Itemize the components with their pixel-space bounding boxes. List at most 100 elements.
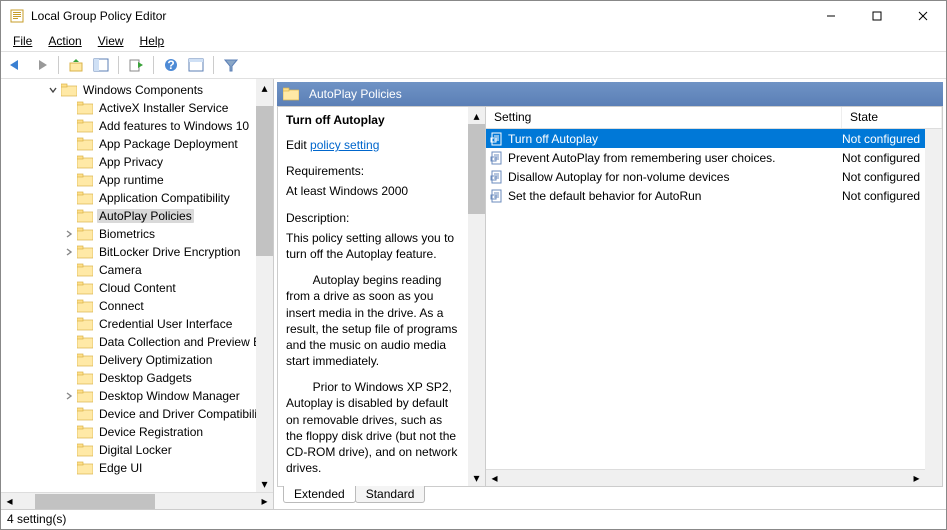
show-hide-tree-button[interactable]: [90, 54, 112, 76]
list-horizontal-scrollbar[interactable]: ◂ ▸: [486, 469, 925, 486]
settings-row[interactable]: Set the default behavior for AutoRunNot …: [486, 186, 942, 205]
tree-item[interactable]: Desktop Window Manager: [1, 387, 273, 405]
expand-icon[interactable]: [63, 408, 75, 420]
tree-item[interactable]: Device Registration: [1, 423, 273, 441]
tree-item[interactable]: App runtime: [1, 171, 273, 189]
edit-policy-link[interactable]: policy setting: [310, 138, 379, 152]
tree-panel: Windows ComponentsActiveX Installer Serv…: [1, 79, 274, 509]
scroll-left-icon[interactable]: ◂: [1, 493, 18, 510]
expand-icon[interactable]: [63, 318, 75, 330]
expand-icon[interactable]: [63, 138, 75, 150]
expand-icon[interactable]: [63, 246, 75, 258]
forward-button[interactable]: [30, 54, 52, 76]
tree-item[interactable]: ActiveX Installer Service: [1, 99, 273, 117]
column-setting[interactable]: Setting: [486, 107, 842, 128]
tree-item[interactable]: AutoPlay Policies: [1, 207, 273, 225]
expand-icon[interactable]: [63, 102, 75, 114]
tree-label: Camera: [97, 263, 144, 277]
tree-item[interactable]: App Privacy: [1, 153, 273, 171]
help-button[interactable]: ?: [160, 54, 182, 76]
tree-horizontal-scrollbar[interactable]: ◂ ▸: [1, 492, 273, 509]
expand-icon[interactable]: [63, 462, 75, 474]
window-title: Local Group Policy Editor: [31, 9, 808, 23]
tree-item[interactable]: Application Compatibility: [1, 189, 273, 207]
scroll-thumb[interactable]: [468, 124, 485, 214]
export-button[interactable]: [125, 54, 147, 76]
expand-icon[interactable]: [63, 264, 75, 276]
tree-item[interactable]: Desktop Gadgets: [1, 369, 273, 387]
scroll-down-icon[interactable]: ▾: [256, 475, 273, 492]
tree-item[interactable]: Credential User Interface: [1, 315, 273, 333]
tree-item[interactable]: BitLocker Drive Encryption: [1, 243, 273, 261]
menu-view[interactable]: View: [92, 32, 130, 50]
tab-extended[interactable]: Extended: [283, 486, 356, 503]
scroll-right-icon[interactable]: ▸: [256, 493, 273, 510]
collapse-icon[interactable]: [47, 84, 59, 96]
tab-standard[interactable]: Standard: [355, 486, 426, 503]
expand-icon[interactable]: [63, 120, 75, 132]
tree-vertical-scrollbar[interactable]: ▴ ▾: [256, 79, 273, 492]
tree-item[interactable]: Device and Driver Compatibilit: [1, 405, 273, 423]
tree-item[interactable]: Digital Locker: [1, 441, 273, 459]
expand-icon[interactable]: [63, 390, 75, 402]
maximize-button[interactable]: [854, 1, 900, 31]
toolbar-separator: [118, 56, 119, 74]
expand-icon[interactable]: [63, 228, 75, 240]
tree-label: Delivery Optimization: [97, 353, 214, 367]
tree-item[interactable]: App Package Deployment: [1, 135, 273, 153]
description-scrollbar[interactable]: ▴ ▾: [468, 107, 485, 486]
up-button[interactable]: [65, 54, 87, 76]
scroll-thumb[interactable]: [256, 106, 273, 256]
tree-label: App runtime: [97, 173, 166, 187]
description-text: This policy setting allows you to turn o…: [286, 230, 477, 262]
tree-item[interactable]: Edge UI: [1, 459, 273, 477]
menu-action[interactable]: Action: [42, 32, 87, 50]
scroll-up-icon[interactable]: ▴: [468, 107, 485, 124]
scroll-down-icon[interactable]: ▾: [468, 469, 485, 486]
settings-row[interactable]: Disallow Autoplay for non-volume devices…: [486, 167, 942, 186]
expand-icon[interactable]: [63, 354, 75, 366]
setting-name: Disallow Autoplay for non-volume devices: [508, 170, 842, 184]
tree-item[interactable]: Delivery Optimization: [1, 351, 273, 369]
settings-row[interactable]: Turn off AutoplayNot configured: [486, 129, 942, 148]
settings-row[interactable]: Prevent AutoPlay from remembering user c…: [486, 148, 942, 167]
tree-item[interactable]: Cloud Content: [1, 279, 273, 297]
list-vertical-scrollbar[interactable]: [925, 129, 942, 486]
toolbar-separator: [213, 56, 214, 74]
tree-label: Add features to Windows 10: [97, 119, 251, 133]
expand-icon[interactable]: [63, 300, 75, 312]
filter-button[interactable]: [220, 54, 242, 76]
tree-item-root[interactable]: Windows Components: [1, 81, 273, 99]
tree-item[interactable]: Camera: [1, 261, 273, 279]
policy-icon: [490, 170, 504, 184]
expand-icon[interactable]: [63, 426, 75, 438]
tree-item[interactable]: Add features to Windows 10: [1, 117, 273, 135]
tree-label: BitLocker Drive Encryption: [97, 245, 242, 259]
expand-icon[interactable]: [63, 156, 75, 168]
scroll-thumb[interactable]: [35, 494, 155, 509]
expand-icon[interactable]: [63, 210, 75, 222]
close-button[interactable]: [900, 1, 946, 31]
tree-label: Data Collection and Preview B: [97, 335, 263, 349]
tree-scroll[interactable]: Windows ComponentsActiveX Installer Serv…: [1, 79, 273, 492]
menu-file[interactable]: File: [7, 32, 38, 50]
back-button[interactable]: [5, 54, 27, 76]
tree-item[interactable]: Connect: [1, 297, 273, 315]
tree-item[interactable]: Biometrics: [1, 225, 273, 243]
scroll-up-icon[interactable]: ▴: [256, 79, 273, 96]
toolbar-separator: [58, 56, 59, 74]
scroll-right-icon[interactable]: ▸: [908, 471, 925, 485]
properties-button[interactable]: [185, 54, 207, 76]
menu-help[interactable]: Help: [134, 32, 171, 50]
expand-icon[interactable]: [63, 282, 75, 294]
column-state[interactable]: State: [842, 107, 942, 128]
tree-item[interactable]: Data Collection and Preview B: [1, 333, 273, 351]
expand-icon[interactable]: [63, 174, 75, 186]
expand-icon[interactable]: [63, 336, 75, 348]
scroll-left-icon[interactable]: ◂: [486, 471, 503, 485]
minimize-button[interactable]: [808, 1, 854, 31]
expand-icon[interactable]: [63, 192, 75, 204]
toolbar-separator: [153, 56, 154, 74]
expand-icon[interactable]: [63, 372, 75, 384]
expand-icon[interactable]: [63, 444, 75, 456]
